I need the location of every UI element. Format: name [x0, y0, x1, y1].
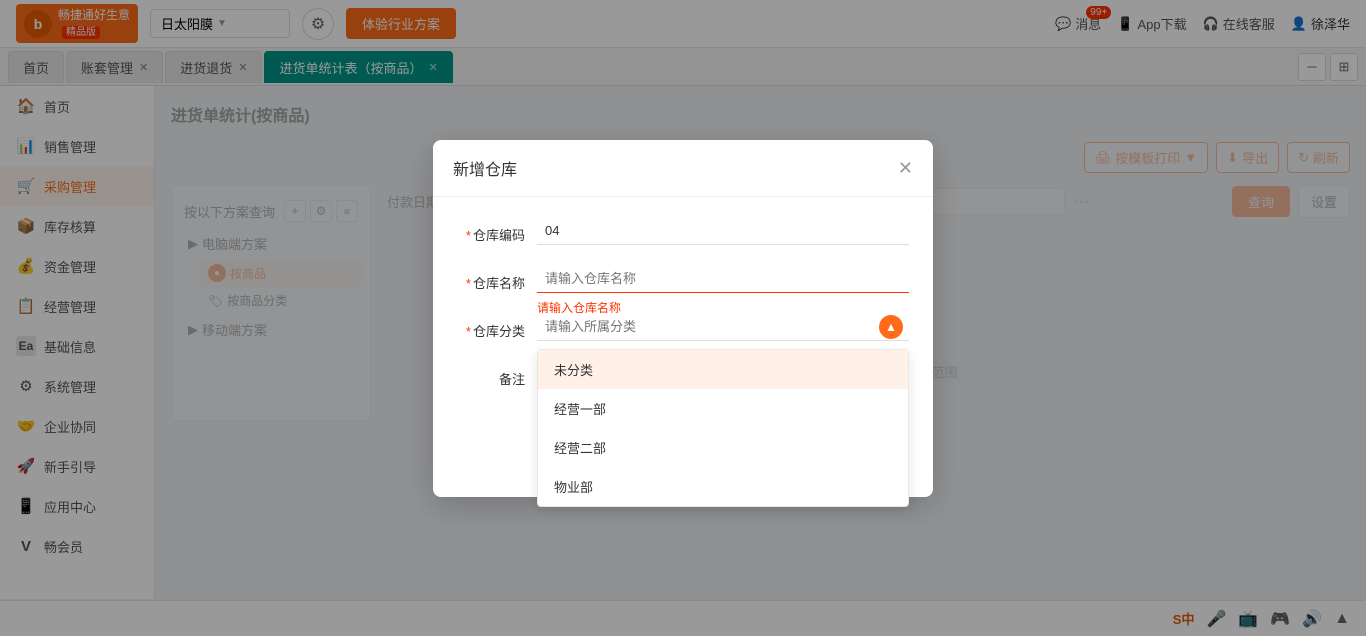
dropdown-item-uncategorized[interactable]: 未分类	[538, 350, 908, 389]
name-label: 仓库名称	[457, 265, 537, 292]
code-label: 仓库编码	[457, 217, 537, 244]
modal-header: 新增仓库 ✕	[433, 140, 933, 197]
form-row-name: 仓库名称 请输入仓库名称	[457, 265, 909, 293]
category-input[interactable]	[537, 313, 909, 341]
new-warehouse-modal: 新增仓库 ✕ 仓库编码 仓库名称 请输入仓库名称 仓库分类	[433, 140, 933, 497]
modal-close-button[interactable]: ✕	[898, 159, 913, 177]
form-row-category: 仓库分类 ▲ 未分类 经营一部 经营二部 物业部	[457, 313, 909, 341]
category-label: 仓库分类	[457, 313, 537, 340]
name-input[interactable]	[537, 265, 909, 293]
code-input[interactable]	[537, 217, 909, 245]
modal-overlay: 新增仓库 ✕ 仓库编码 仓库名称 请输入仓库名称 仓库分类	[0, 0, 1366, 636]
note-label: 备注	[457, 361, 537, 388]
category-chevron-icon[interactable]: ▲	[879, 315, 903, 339]
dropdown-item-dept1[interactable]: 经营一部	[538, 389, 908, 428]
category-dropdown: 未分类 经营一部 经营二部 物业部	[537, 349, 909, 507]
modal-title: 新增仓库	[453, 156, 517, 180]
modal-body: 仓库编码 仓库名称 请输入仓库名称 仓库分类 ▲ 未分类	[433, 197, 933, 429]
dropdown-item-dept2[interactable]: 经营二部	[538, 428, 908, 467]
category-select-wrapper: ▲ 未分类 经营一部 经营二部 物业部	[537, 313, 909, 341]
form-row-code: 仓库编码	[457, 217, 909, 245]
dropdown-item-property[interactable]: 物业部	[538, 467, 908, 506]
